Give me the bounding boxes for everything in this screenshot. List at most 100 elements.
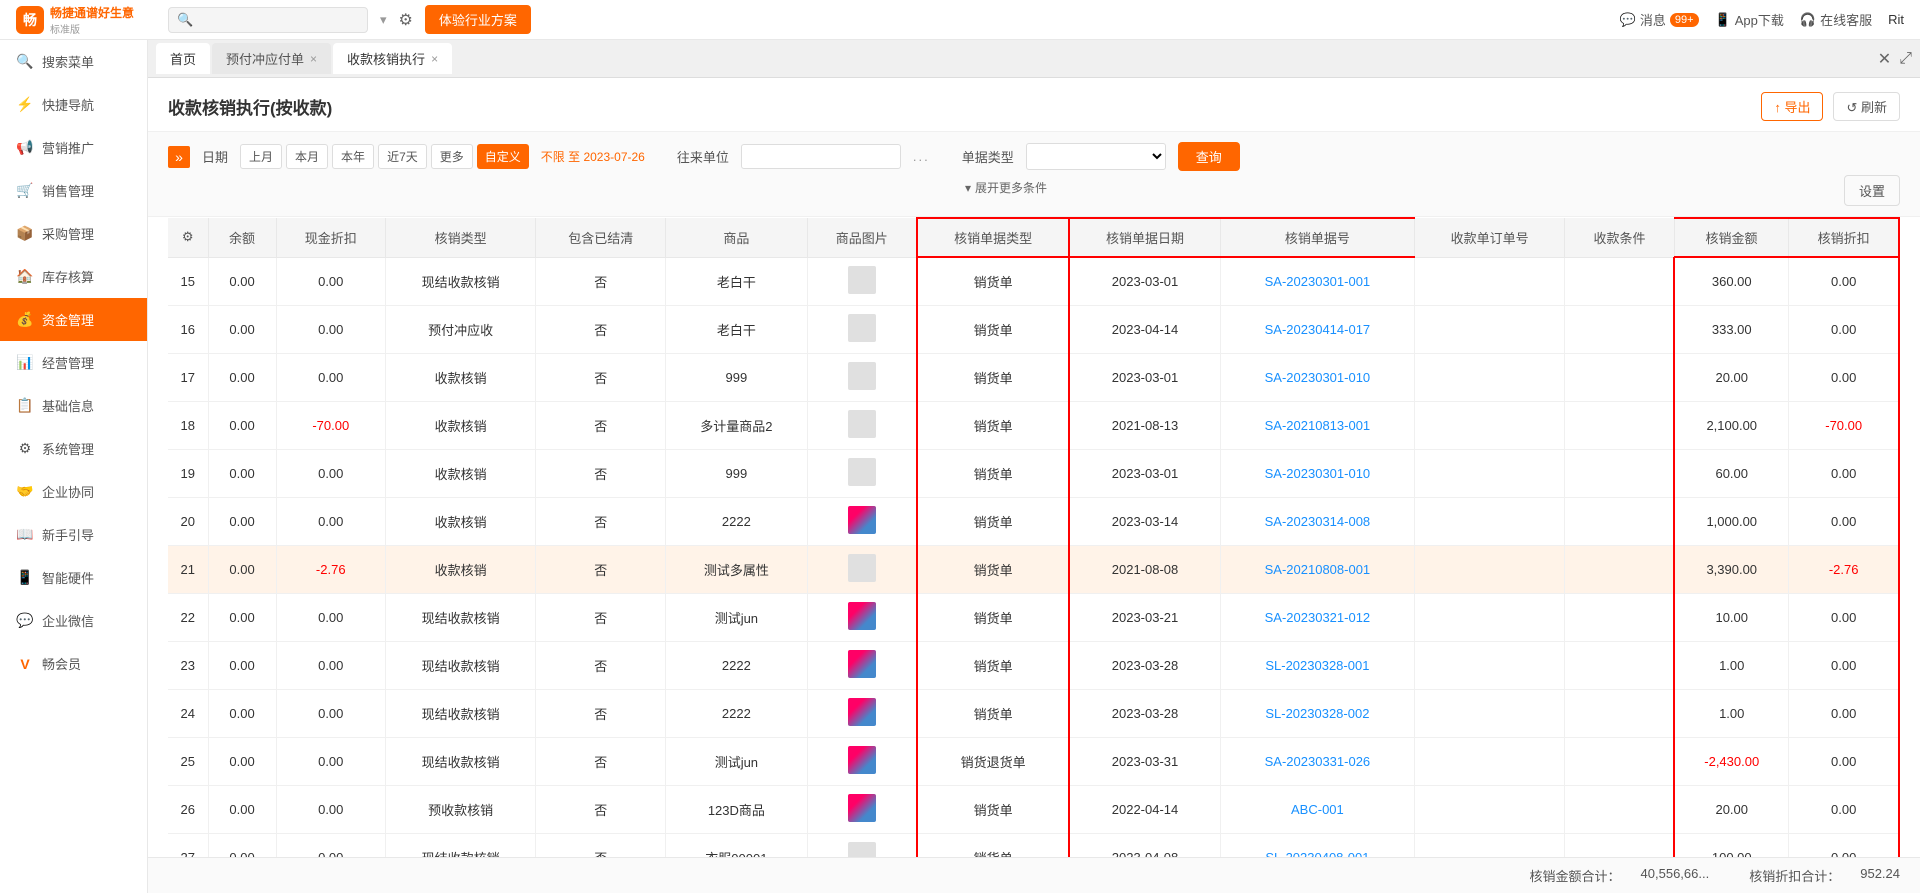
- sidebar-item-member[interactable]: V 畅会员: [0, 642, 147, 685]
- tab-prepay[interactable]: 预付冲应付单 ×: [212, 43, 331, 74]
- industry-btn[interactable]: 体验行业方案: [425, 5, 531, 34]
- sidebar-item-inventory[interactable]: 🏠 库存核算: [0, 255, 147, 298]
- cell-voucher-no[interactable]: ABC-001: [1220, 785, 1414, 833]
- tab-expand-btn[interactable]: ⤢: [1899, 49, 1912, 69]
- cell-pay-terms: [1565, 737, 1674, 785]
- sidebar-item-marketing[interactable]: 📢 营销推广: [0, 126, 147, 169]
- cell-voucher-no[interactable]: SA-20230301-001: [1220, 257, 1414, 305]
- table-row: 18 0.00 -70.00 收款核销 否 多计量商品2 销货单 2021-08…: [168, 401, 1899, 449]
- cell-voucher-no[interactable]: SA-20230314-008: [1220, 497, 1414, 545]
- cell-num: 21: [168, 545, 208, 593]
- voucher-no-link[interactable]: SL-20230328-001: [1265, 658, 1369, 673]
- settings-btn[interactable]: 设置: [1844, 175, 1900, 206]
- filter-custom-btn[interactable]: 自定义: [477, 144, 529, 169]
- sidebar-item-basic[interactable]: 📋 基础信息: [0, 384, 147, 427]
- username-area[interactable]: Rit: [1888, 12, 1904, 27]
- voucher-no-link[interactable]: SA-20230331-026: [1265, 754, 1371, 769]
- query-btn[interactable]: 查询: [1178, 142, 1240, 171]
- cell-settled: 否: [536, 305, 666, 353]
- filter-this-month-btn[interactable]: 本月: [286, 144, 328, 169]
- cell-goods: 测试多属性: [666, 545, 807, 593]
- tab-writeoff-close[interactable]: ×: [431, 52, 438, 66]
- voucher-no-link[interactable]: ABC-001: [1291, 802, 1344, 817]
- online-service-btn[interactable]: 🎧 在线客服: [1800, 10, 1872, 29]
- cell-voucher-no[interactable]: SL-20230328-002: [1220, 689, 1414, 737]
- cell-writeoff-discount: -2.76: [1789, 545, 1899, 593]
- cell-voucher-no[interactable]: SA-20230301-010: [1220, 449, 1414, 497]
- sidebar-item-enterprise[interactable]: 🤝 企业协同: [0, 470, 147, 513]
- voucher-no-link[interactable]: SA-20230301-010: [1265, 370, 1371, 385]
- filter-partner-input[interactable]: [741, 144, 901, 169]
- sidebar-item-guide[interactable]: 📖 新手引导: [0, 513, 147, 556]
- tab-writeoff[interactable]: 收款核销执行 ×: [333, 43, 452, 74]
- message-btn[interactable]: 💬 消息 99+: [1620, 10, 1699, 29]
- cell-voucher-no[interactable]: SA-20230301-010: [1220, 353, 1414, 401]
- voucher-no-link[interactable]: SL-20230328-002: [1265, 706, 1369, 721]
- cell-voucher-no[interactable]: SL-20230328-001: [1220, 641, 1414, 689]
- marketing-icon: 📢: [16, 139, 34, 157]
- sidebar-item-quick[interactable]: ⚡ 快捷导航: [0, 83, 147, 126]
- voucher-no-link[interactable]: SL-20230408-001: [1265, 850, 1369, 858]
- voucher-no-link[interactable]: SA-20230414-017: [1265, 322, 1371, 337]
- sidebar-item-wechat[interactable]: 💬 企业微信: [0, 599, 147, 642]
- voucher-no-link[interactable]: SA-20230301-010: [1265, 466, 1371, 481]
- filter-more-btn[interactable]: 更多: [431, 144, 473, 169]
- cell-voucher-type: 销货单: [917, 497, 1069, 545]
- export-btn[interactable]: ↑ 导出: [1761, 92, 1823, 121]
- sidebar-item-hardware[interactable]: 📱 智能硬件: [0, 556, 147, 599]
- cell-num: 26: [168, 785, 208, 833]
- cell-voucher-no[interactable]: SA-20210813-001: [1220, 401, 1414, 449]
- app-download-btn[interactable]: 📱 App下载: [1715, 10, 1784, 29]
- cell-cash-discount: -2.76: [276, 545, 385, 593]
- voucher-no-link[interactable]: SA-20210808-001: [1265, 562, 1371, 577]
- col-voucher-type: 核销单据类型: [917, 218, 1069, 257]
- refresh-btn[interactable]: ↺ 刷新: [1833, 92, 1900, 121]
- sidebar-item-search[interactable]: 🔍 搜索菜单: [0, 40, 147, 83]
- top-search-box[interactable]: 🔍: [168, 7, 368, 33]
- sidebar-item-sales[interactable]: 🛒 销售管理: [0, 169, 147, 212]
- filter-last-month-btn[interactable]: 上月: [240, 144, 282, 169]
- cell-voucher-no[interactable]: SA-20210808-001: [1220, 545, 1414, 593]
- refresh-icon: ↺: [1846, 100, 1857, 115]
- expand-more-conditions[interactable]: ▾ 展开更多条件: [168, 175, 1844, 200]
- cell-goods: 老白干: [666, 305, 807, 353]
- col-balance: 余额: [208, 218, 276, 257]
- filter-this-year-btn[interactable]: 本年: [332, 144, 374, 169]
- gear-icon[interactable]: ⚙: [399, 10, 413, 30]
- cell-voucher-no[interactable]: SA-20230331-026: [1220, 737, 1414, 785]
- cell-settled: 否: [536, 545, 666, 593]
- sidebar-item-purchase[interactable]: 📦 采购管理: [0, 212, 147, 255]
- tab-prepay-close[interactable]: ×: [310, 52, 317, 66]
- voucher-no-link[interactable]: SA-20230321-012: [1265, 610, 1371, 625]
- sidebar-item-operations[interactable]: 📊 经营管理: [0, 341, 147, 384]
- tab-home[interactable]: 首页: [156, 43, 210, 74]
- sidebar-item-system[interactable]: ⚙ 系统管理: [0, 427, 147, 470]
- cell-goods: 多计量商品2: [666, 401, 807, 449]
- filter-expand-btn[interactable]: »: [168, 146, 190, 168]
- filter-7days-btn[interactable]: 近7天: [378, 144, 427, 169]
- cell-voucher-date: 2023-03-01: [1069, 353, 1220, 401]
- cell-voucher-no[interactable]: SA-20230414-017: [1220, 305, 1414, 353]
- filter-voucher-type-select[interactable]: [1026, 143, 1166, 170]
- cell-writeoff-amt: 360.00: [1674, 257, 1789, 305]
- cell-order-id: [1414, 305, 1564, 353]
- chevron-down-icon[interactable]: ▾: [380, 12, 387, 28]
- cell-writeoff-amt: 60.00: [1674, 449, 1789, 497]
- cell-voucher-no[interactable]: SA-20230321-012: [1220, 593, 1414, 641]
- col-cash-discount: 现金折扣: [276, 218, 385, 257]
- tab-close-all-btn[interactable]: ✕: [1878, 49, 1891, 69]
- cell-balance: 0.00: [208, 689, 276, 737]
- cell-goods: 测试jun: [666, 593, 807, 641]
- filter-dots: ...: [913, 149, 930, 164]
- voucher-no-link[interactable]: SA-20230314-008: [1265, 514, 1371, 529]
- sidebar-item-finance[interactable]: 💰 资金管理: [0, 298, 147, 341]
- cell-pay-terms: [1565, 593, 1674, 641]
- cell-cash-discount: 0.00: [276, 593, 385, 641]
- tab-bar: 首页 预付冲应付单 × 收款核销执行 × ✕ ⤢: [148, 40, 1920, 78]
- voucher-no-link[interactable]: SA-20230301-001: [1265, 274, 1371, 289]
- app-download-label: App下载: [1735, 10, 1784, 29]
- cell-num: 17: [168, 353, 208, 401]
- cell-voucher-no[interactable]: SL-20230408-001: [1220, 833, 1414, 857]
- voucher-no-link[interactable]: SA-20210813-001: [1265, 418, 1371, 433]
- cell-num: 15: [168, 257, 208, 305]
